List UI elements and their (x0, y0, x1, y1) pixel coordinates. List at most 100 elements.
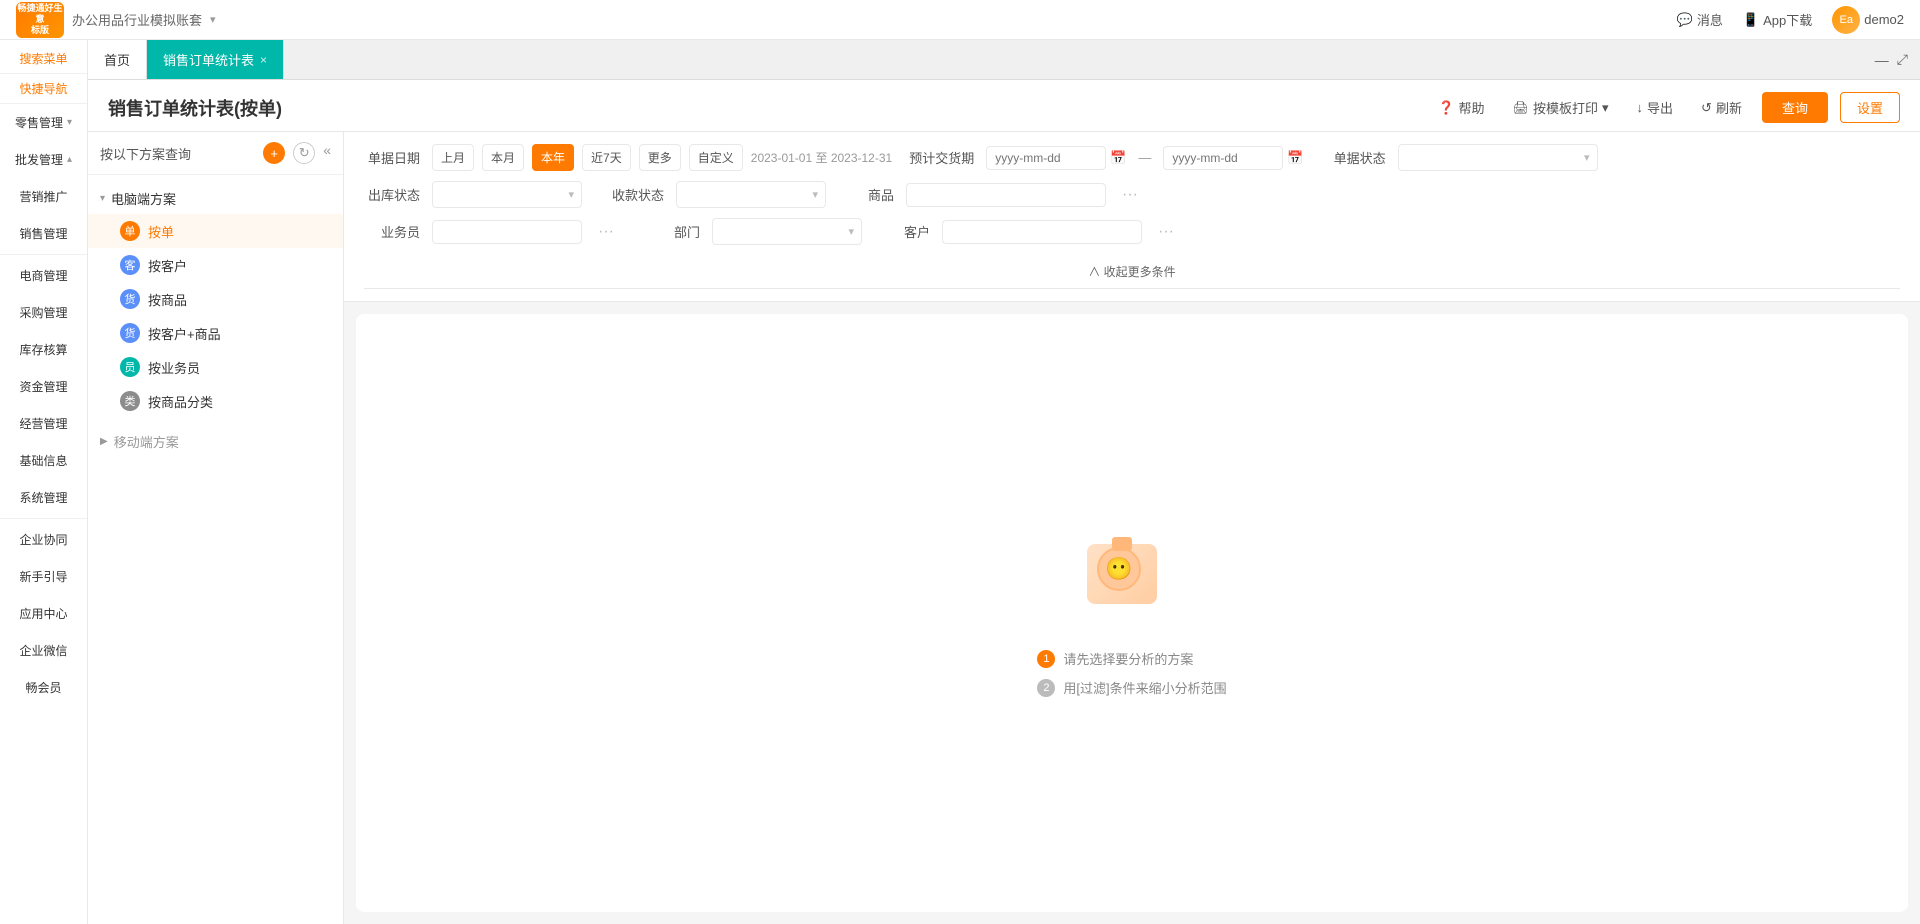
download-icon: 📱 (1743, 12, 1759, 28)
print-dropdown-arrow[interactable]: ▾ (1602, 100, 1609, 116)
date-btn-custom[interactable]: 自定义 (689, 144, 743, 171)
export-icon: ↓ (1637, 100, 1644, 115)
expected-date-start[interactable] (986, 146, 1106, 170)
date-btn-this-month[interactable]: 本月 (482, 144, 524, 171)
date-btn-last-month[interactable]: 上月 (432, 144, 474, 171)
logo-text: 畅捷通好生意 标版 (16, 3, 64, 35)
plan-item-by-customer[interactable]: 客 按客户 (88, 248, 343, 282)
plan-icon-product: 货 (120, 289, 140, 309)
plan-icon-customer: 客 (120, 255, 140, 275)
sidebar-item-newbie[interactable]: 新手引导 (0, 558, 87, 595)
collapse-panel-btn[interactable]: « (323, 142, 331, 164)
shipment-status-select[interactable] (432, 181, 582, 208)
department-select[interactable] (712, 218, 862, 245)
plan-item-by-order[interactable]: 单 按单 (88, 214, 343, 248)
settings-button[interactable]: 设置 (1840, 92, 1900, 123)
page-actions: ❓ 帮助 🖨 按模板打印 ▾ ↓ 导出 ↺ 刷新 查询 设置 (1430, 92, 1900, 123)
pc-section-header[interactable]: ▾ 电脑端方案 (88, 183, 343, 214)
sidebar-divider-1 (0, 254, 87, 255)
payment-status-label: 收款状态 (594, 185, 664, 204)
refresh-plan-btn[interactable]: ↻ (293, 142, 315, 164)
split-body: 按以下方案查询 + ↻ « ▾ 电脑端方案 单 按单 (88, 132, 1920, 924)
date-btn-this-year[interactable]: 本年 (532, 144, 574, 171)
sidebar-item-member[interactable]: 畅会员 (0, 669, 87, 706)
topbar-left: 畅捷通好生意 标版 办公用品行业模拟账套 ▾ (16, 2, 216, 38)
help-btn[interactable]: ❓ 帮助 (1430, 94, 1492, 121)
expected-date-start-wrap: 📅 (986, 146, 1126, 170)
retail-arrow: ▾ (67, 117, 72, 128)
date-btn-7days[interactable]: 近7天 (582, 144, 631, 171)
sidebar-item-wechat[interactable]: 企业微信 (0, 632, 87, 669)
filter-row-1: 单据日期 上月 本月 本年 近7天 更多 自定义 2023-01-01 至 20… (364, 144, 1900, 171)
minimize-icon[interactable]: — (1875, 52, 1889, 68)
salesperson-input[interactable] (432, 220, 582, 244)
collapse-bar[interactable]: ∧ 收起更多条件 (364, 255, 1900, 289)
sidebar-item-collab[interactable]: 企业协同 (0, 521, 87, 558)
empty-face-shape: 😶 (1097, 547, 1141, 591)
plan-item-by-product[interactable]: 货 按商品 (88, 282, 343, 316)
order-status-select[interactable] (1398, 144, 1598, 171)
help-icon: ❓ (1438, 100, 1454, 116)
plan-item-by-product-category[interactable]: 类 按商品分类 (88, 384, 343, 418)
page-title: 销售订单统计表(按单) (108, 95, 282, 121)
shipment-status-label: 出库状态 (364, 185, 420, 204)
plan-item-by-salesperson[interactable]: 员 按业务员 (88, 350, 343, 384)
sidebar-quick-nav[interactable]: 快捷导航 (0, 74, 87, 104)
sidebar-item-sales[interactable]: 销售管理 (0, 215, 87, 252)
app-title-dropdown[interactable]: ▾ (210, 13, 216, 26)
sidebar-item-finance[interactable]: 资金管理 (0, 368, 87, 405)
customer-dots[interactable]: ··· (1154, 223, 1178, 241)
tab-controls: — ⤢ (1863, 40, 1920, 79)
print-btn[interactable]: 🖨 按模板打印 ▾ (1504, 94, 1616, 121)
maximize-icon[interactable]: ⤢ (1897, 51, 1908, 68)
payment-status-select[interactable] (676, 181, 826, 208)
page-header: 销售订单统计表(按单) ❓ 帮助 🖨 按模板打印 ▾ ↓ 导出 ↺ 刷新 (88, 80, 1920, 132)
sidebar-item-purchase[interactable]: 采购管理 (0, 294, 87, 331)
plan-item-by-customer-product[interactable]: 货 按客户+商品 (88, 316, 343, 350)
message-btn[interactable]: 💬 消息 (1677, 10, 1723, 29)
empty-hint-1: 1 请先选择要分析的方案 (1037, 649, 1226, 668)
tab-sales-order-stats[interactable]: 销售订单统计表 × (147, 40, 284, 79)
refresh-icon: ↺ (1701, 100, 1712, 116)
user-menu[interactable]: Ea demo2 (1832, 6, 1904, 34)
export-btn[interactable]: ↓ 导出 (1629, 94, 1682, 121)
product-input[interactable] (906, 183, 1106, 207)
mobile-arrow: ▶ (100, 436, 108, 447)
app-download-btn[interactable]: 📱 App下载 (1743, 10, 1812, 29)
sidebar-item-appcenter[interactable]: 应用中心 (0, 595, 87, 632)
date-dash: — (1138, 150, 1151, 165)
sidebar-item-operations[interactable]: 经营管理 (0, 405, 87, 442)
sidebar-item-retail[interactable]: 零售管理 ▾ (0, 104, 87, 141)
avatar: Ea (1832, 6, 1860, 34)
date-btn-more[interactable]: 更多 (639, 144, 681, 171)
pc-expand-arrow: ▾ (100, 193, 105, 204)
sidebar-item-wholesale[interactable]: 批发管理 ▴ (0, 141, 87, 178)
product-dots[interactable]: ··· (1118, 186, 1142, 204)
add-plan-btn[interactable]: + (263, 142, 285, 164)
department-wrap: ▾ (712, 218, 862, 245)
message-icon: 💬 (1677, 12, 1693, 28)
customer-input[interactable] (942, 220, 1142, 244)
expected-date-end[interactable] (1163, 146, 1283, 170)
query-button[interactable]: 查询 (1762, 92, 1828, 123)
collapse-icon: ∧ (1088, 265, 1103, 279)
tab-home[interactable]: 首页 (88, 40, 147, 79)
empty-image: 😶 (1082, 529, 1182, 629)
sidebar-item-system[interactable]: 系统管理 (0, 479, 87, 516)
sidebar-item-basic[interactable]: 基础信息 (0, 442, 87, 479)
sidebar-search[interactable]: 搜索菜单 (0, 40, 87, 74)
left-panel-header: 按以下方案查询 + ↻ « (88, 132, 343, 175)
plan-icon-category: 类 (120, 391, 140, 411)
salesperson-dots[interactable]: ··· (594, 223, 618, 241)
sidebar-item-marketing[interactable]: 营销推广 (0, 178, 87, 215)
refresh-btn[interactable]: ↺ 刷新 (1693, 94, 1750, 121)
topbar: 畅捷通好生意 标版 办公用品行业模拟账套 ▾ 💬 消息 📱 App下载 Ea d… (0, 0, 1920, 40)
tab-close-icon[interactable]: × (260, 53, 267, 67)
cal-icon-end: 📅 (1287, 150, 1303, 166)
sidebar-item-inventory[interactable]: 库存核算 (0, 331, 87, 368)
content-wrapper: 首页 销售订单统计表 × — ⤢ 销售订单统计表(按单) ❓ 帮助 🖨 (88, 40, 1920, 924)
right-panel: 单据日期 上月 本月 本年 近7天 更多 自定义 2023-01-01 至 20… (344, 132, 1920, 924)
sidebar-item-ecommerce[interactable]: 电商管理 (0, 257, 87, 294)
date-filter: 上月 本月 本年 近7天 更多 自定义 2023-01-01 至 2023-12… (432, 144, 892, 171)
mobile-section[interactable]: ▶ 移动端方案 (88, 426, 343, 457)
